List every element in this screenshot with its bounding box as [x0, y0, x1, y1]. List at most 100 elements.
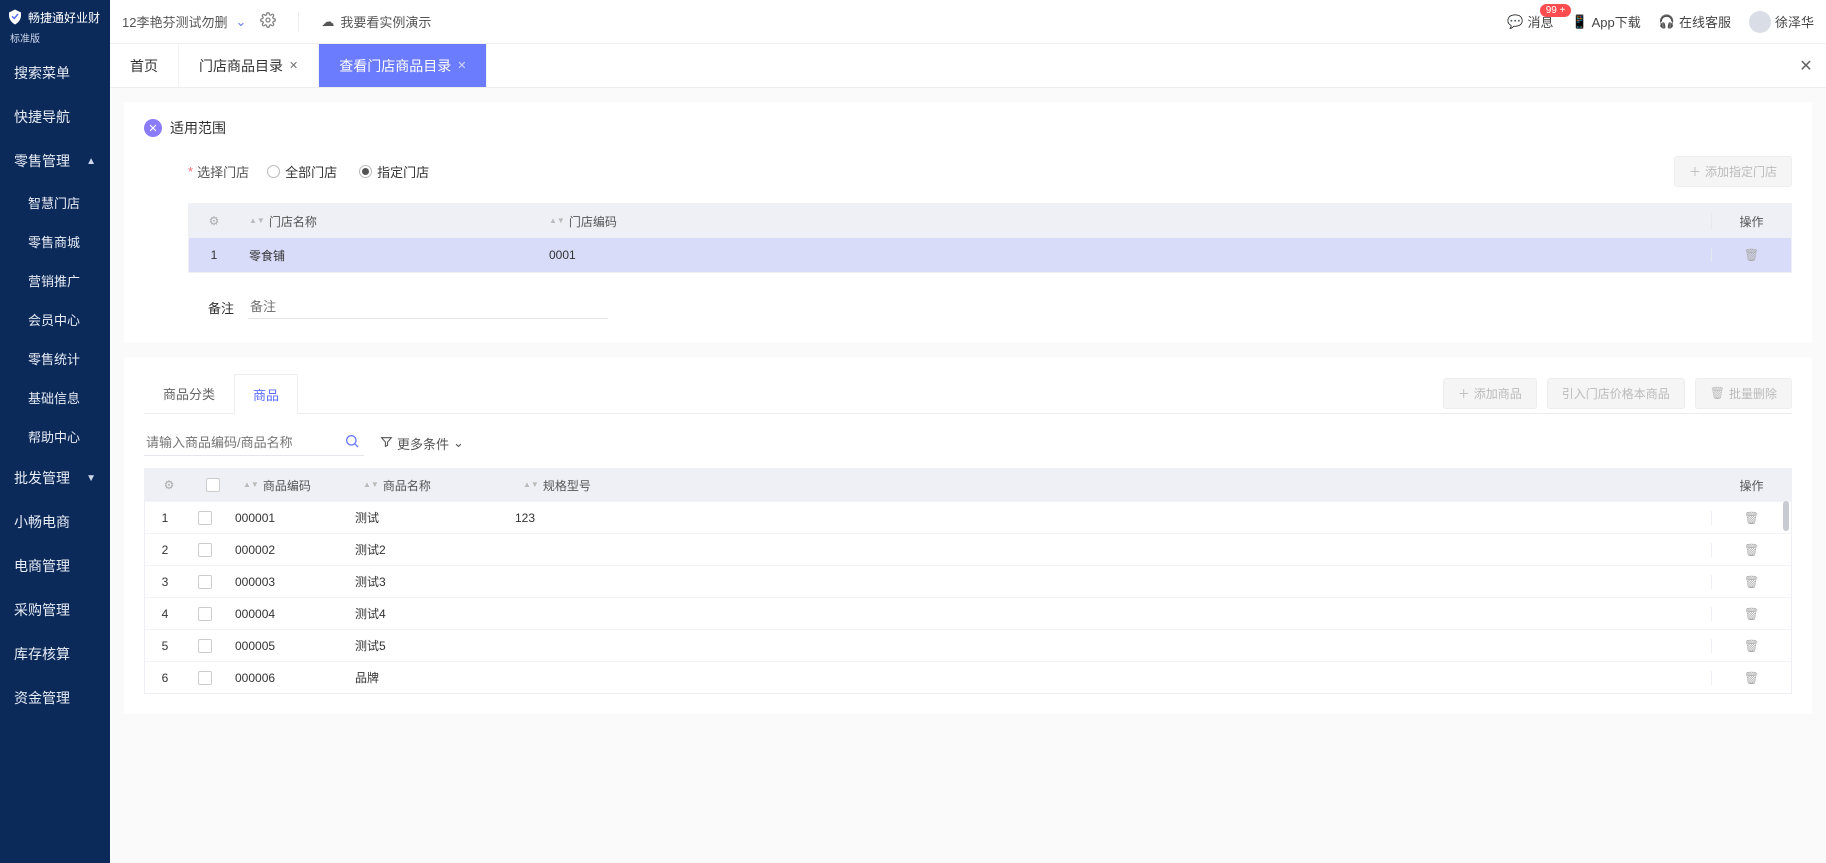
scrollbar[interactable]	[1783, 501, 1789, 531]
row-checkbox[interactable]	[198, 575, 212, 589]
trash-icon[interactable]: 🗑	[1744, 543, 1759, 557]
product-name: 品牌	[345, 669, 505, 686]
batch-delete-button[interactable]: 🗑批量删除	[1695, 378, 1792, 409]
sidebar-wholesale[interactable]: 批发管理▼	[0, 456, 110, 500]
sidebar-smart[interactable]: 智慧门店	[0, 183, 110, 222]
product-code: 000003	[225, 575, 345, 589]
chevron-up-icon: ▲	[86, 156, 96, 167]
trash-icon[interactable]: 🗑	[1744, 248, 1759, 262]
product-search-input[interactable]	[144, 430, 340, 455]
tab-catalog[interactable]: 门店商品目录✕	[179, 44, 319, 87]
store-name: 零食铺	[239, 247, 539, 264]
demo-label: 我要看实例演示	[340, 12, 431, 31]
sidebar-purchase[interactable]: 采购管理	[0, 588, 110, 632]
table-row[interactable]: 6 000006品牌 🗑	[145, 661, 1791, 693]
product-search	[144, 430, 364, 456]
sort-icon[interactable]: ▲▼	[243, 482, 259, 488]
sort-icon[interactable]: ▲▼	[523, 482, 539, 488]
entity-name: 12李艳芬测试勿删	[122, 12, 227, 31]
sidebar-member[interactable]: 会员中心	[0, 300, 110, 339]
sidebar-search[interactable]: 搜索菜单	[0, 51, 110, 95]
more-filters[interactable]: 更多条件 ⌄	[380, 434, 464, 453]
table-row[interactable]: 1000001测试123🗑	[145, 501, 1791, 533]
trash-icon[interactable]: 🗑	[1744, 511, 1759, 525]
gear-icon[interactable]: ⚙	[164, 478, 175, 492]
product-code: 000004	[225, 607, 345, 621]
product-code: 000006	[225, 671, 345, 685]
sidebar-stock[interactable]: 库存核算	[0, 632, 110, 676]
cloud-icon: ☁	[321, 14, 334, 30]
sidebar-mall[interactable]: 零售商城	[0, 222, 110, 261]
sidebar-help[interactable]: 帮助中心	[0, 417, 110, 456]
sidebar-retail[interactable]: 零售管理▲	[0, 139, 110, 183]
remark-label: 备注	[208, 298, 234, 317]
sidebar-baseinfo[interactable]: 基础信息	[0, 378, 110, 417]
app-download-link[interactable]: 📱 App下载	[1571, 12, 1640, 31]
section-scope-title: ✕ 适用范围	[144, 118, 1792, 138]
select-all-checkbox[interactable]	[206, 478, 220, 492]
product-panel: 商品分类 商品 ＋添加商品 引入门店价格本商品 🗑批量删除	[124, 357, 1812, 714]
tab-home[interactable]: 首页	[110, 44, 179, 87]
row-checkbox[interactable]	[198, 639, 212, 653]
version-label: 标准版	[0, 30, 110, 45]
phone-icon: 📱	[1571, 14, 1587, 30]
sidebar: 畅捷通好业财 标准版 搜索菜单 快捷导航 零售管理▲ 智慧门店 零售商城 营销推…	[0, 0, 110, 863]
page-tabs: 首页 门店商品目录✕ 查看门店商品目录✕ ✕	[110, 44, 1826, 88]
row-no: 1	[189, 248, 239, 262]
trash-icon[interactable]: 🗑	[1744, 671, 1759, 685]
messages-link[interactable]: 💬 消息 99 +	[1507, 12, 1553, 31]
import-price-button[interactable]: 引入门店价格本商品	[1547, 378, 1685, 409]
trash-icon[interactable]: 🗑	[1744, 639, 1759, 653]
close-icon[interactable]: ✕	[457, 59, 466, 72]
sidebar-marketing[interactable]: 营销推广	[0, 261, 110, 300]
table-row[interactable]: 5000005测试5🗑	[145, 629, 1791, 661]
sort-icon[interactable]: ▲▼	[363, 482, 379, 488]
radio-all-stores[interactable]: 全部门店	[267, 162, 337, 181]
sidebar-fund[interactable]: 资金管理	[0, 676, 110, 720]
sort-icon[interactable]: ▲▼	[249, 218, 265, 224]
product-table-head: ⚙ ▲▼商品编码 ▲▼商品名称 ▲▼规格型号 操作	[145, 469, 1791, 501]
tab-view-catalog[interactable]: 查看门店商品目录✕	[319, 44, 487, 87]
add-product-button[interactable]: ＋添加商品	[1443, 378, 1537, 409]
content: ✕ 适用范围 *选择门店 全部门店 指定门店 ＋添加指定门店 ⚙ ▲▼门店名称	[110, 88, 1826, 863]
tab-category[interactable]: 商品分类	[144, 373, 234, 413]
row-no: 4	[145, 607, 185, 621]
store-label: *选择门店	[188, 162, 249, 181]
scope-icon: ✕	[144, 119, 162, 137]
trash-icon[interactable]: 🗑	[1744, 575, 1759, 589]
avatar	[1749, 11, 1771, 33]
close-all-tabs[interactable]: ✕	[1786, 44, 1826, 87]
row-no: 2	[145, 543, 185, 557]
sidebar-ecomm[interactable]: 电商管理	[0, 544, 110, 588]
search-icon[interactable]	[340, 433, 364, 452]
demo-link[interactable]: ☁ 我要看实例演示	[321, 12, 431, 31]
row-checkbox[interactable]	[198, 511, 212, 525]
row-no: 6	[145, 671, 185, 685]
sidebar-quick-nav[interactable]: 快捷导航	[0, 95, 110, 139]
sidebar-ec[interactable]: 小畅电商	[0, 500, 110, 544]
row-checkbox[interactable]	[198, 543, 212, 557]
row-no: 3	[145, 575, 185, 589]
tab-product[interactable]: 商品	[234, 374, 298, 414]
support-link[interactable]: 🎧 在线客服	[1659, 12, 1731, 31]
row-checkbox[interactable]	[198, 671, 212, 685]
sidebar-stats[interactable]: 零售统计	[0, 339, 110, 378]
gear-icon[interactable]: ⚙	[209, 214, 220, 228]
table-row[interactable]: 1零食铺0001🗑	[189, 238, 1791, 272]
product-name: 测试5	[345, 637, 505, 654]
table-row[interactable]: 3000003测试3🗑	[145, 565, 1791, 597]
gear-icon[interactable]	[260, 12, 276, 31]
row-checkbox[interactable]	[198, 607, 212, 621]
sort-icon[interactable]: ▲▼	[549, 218, 565, 224]
product-spec: 123	[505, 511, 1711, 525]
add-store-button[interactable]: ＋添加指定门店	[1674, 156, 1792, 187]
entity-selector[interactable]: 12李艳芬测试勿删 ⌄	[122, 12, 246, 31]
trash-icon[interactable]: 🗑	[1744, 607, 1759, 621]
table-row[interactable]: 2000002测试2🗑	[145, 533, 1791, 565]
radio-specific-stores[interactable]: 指定门店	[359, 162, 429, 181]
user-menu[interactable]: 徐泽华	[1749, 11, 1814, 33]
product-tabs: 商品分类 商品 ＋添加商品 引入门店价格本商品 🗑批量删除	[144, 373, 1792, 414]
close-icon[interactable]: ✕	[289, 59, 298, 72]
table-row[interactable]: 4000004测试4🗑	[145, 597, 1791, 629]
remark-input[interactable]	[248, 295, 608, 319]
